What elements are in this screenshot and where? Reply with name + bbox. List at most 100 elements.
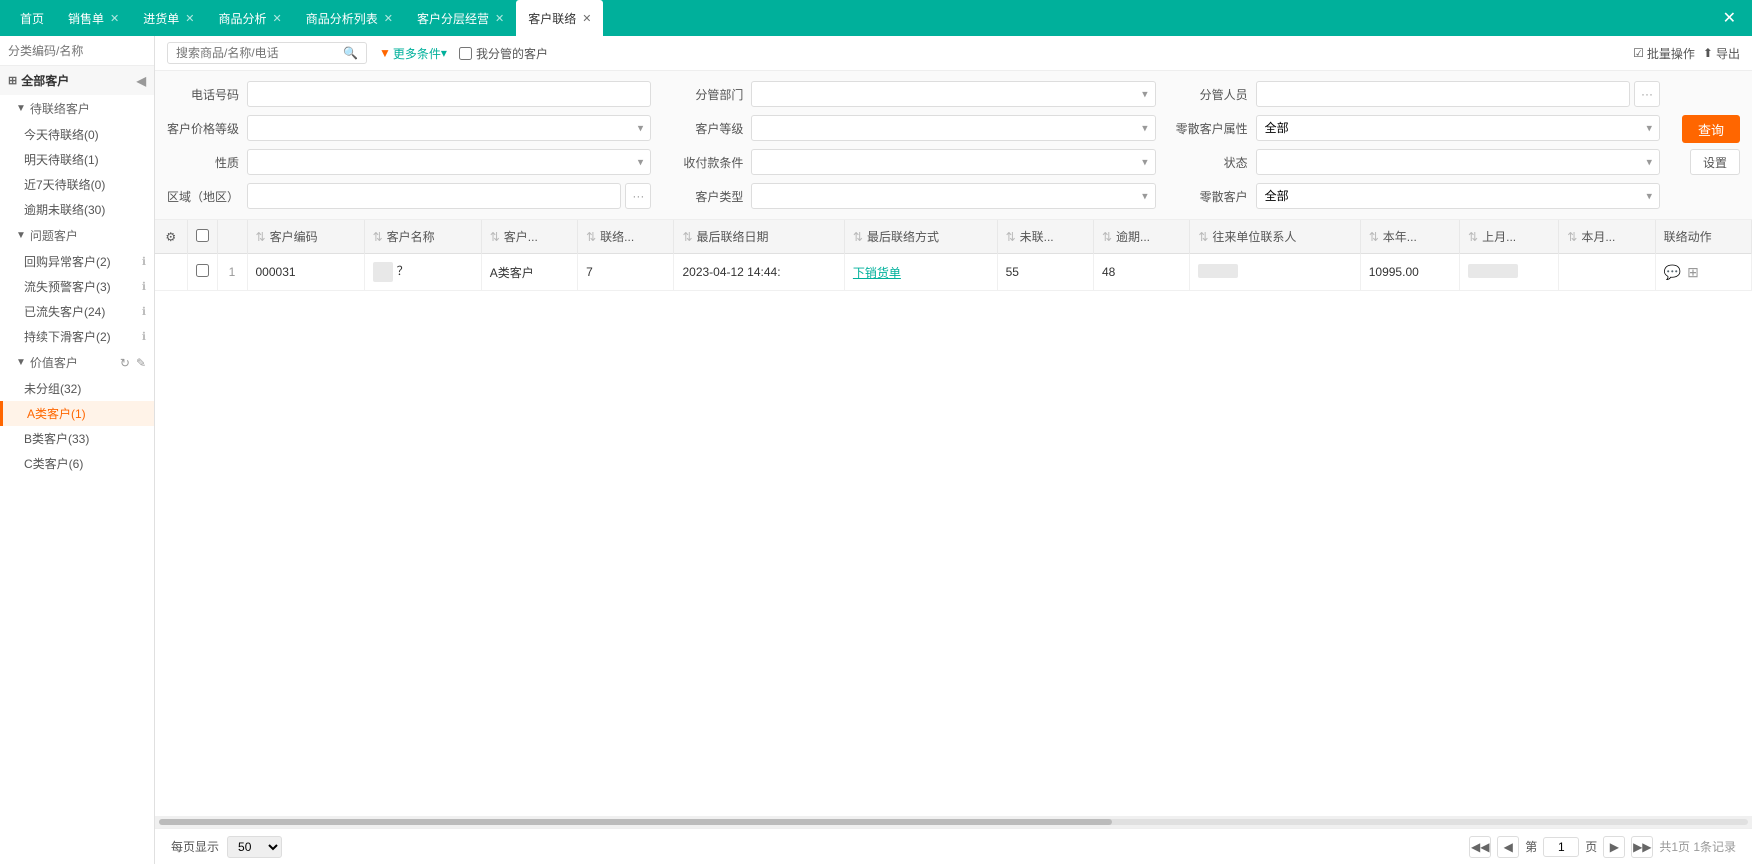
last-page-btn[interactable]: ▶▶ xyxy=(1631,836,1653,858)
filter-row-4: 区域（地区） ··· 客户类型 零散 xyxy=(167,183,1660,209)
page-size-select[interactable]: 50 100 xyxy=(227,836,282,858)
col-this-year[interactable]: ⇅本年... xyxy=(1360,220,1459,254)
col-last-month[interactable]: ⇅上月... xyxy=(1460,220,1559,254)
main-search-icon[interactable]: 🔍 xyxy=(343,46,358,60)
nav-close-analysis-list[interactable]: ✕ xyxy=(384,12,393,25)
settings-button[interactable]: 设置 xyxy=(1690,149,1740,175)
col-last-contact-date[interactable]: ⇅最后联络日期 xyxy=(674,220,844,254)
chat-icon[interactable]: 💬 xyxy=(1664,264,1681,281)
sidebar-search-input[interactable] xyxy=(8,44,155,58)
filter-bar: 🔍 ▼ 更多条件 ▾ 我分管的客户 ☑ 批量操作 ⬆ 导出 xyxy=(155,36,1752,71)
col-last-contact-method[interactable]: ⇅最后联络方式 xyxy=(844,220,997,254)
sidebar-item-tomorrow-contact[interactable]: 明天待联络(1) xyxy=(0,147,154,172)
sidebar-item-churned[interactable]: 已流失客户(24) ℹ xyxy=(0,299,154,324)
col-settings[interactable]: ⚙ xyxy=(155,220,187,254)
scrollbar-track[interactable] xyxy=(159,819,1748,825)
nature-select[interactable] xyxy=(247,149,651,175)
group-value-customers[interactable]: ▼ 价值客户 ↻ ✎ xyxy=(0,349,154,376)
nav-purchase[interactable]: 进货单 ✕ xyxy=(131,0,206,36)
nav-sales[interactable]: 销售单 ✕ xyxy=(56,0,131,36)
nav-home[interactable]: 首页 xyxy=(8,0,56,36)
nav-close-customer-contact[interactable]: ✕ xyxy=(582,12,591,25)
row-last-contact-date: 2023-04-12 14:44: xyxy=(674,254,844,291)
all-customers-header: ⊞ 全部客户 ◀ xyxy=(0,66,154,95)
sidebar-item-repurchase-abnormal[interactable]: 回购异常客户(2) ℹ xyxy=(0,249,154,274)
close-all-tabs[interactable]: ✕ xyxy=(1715,8,1744,28)
my-customer-checkbox[interactable] xyxy=(459,47,472,60)
nav-analysis-list[interactable]: 商品分析列表 ✕ xyxy=(294,0,405,36)
col-not-contacted[interactable]: ⇅未联... xyxy=(997,220,1093,254)
col-customer-name[interactable]: ⇅客户名称 xyxy=(364,220,481,254)
refresh-icon[interactable]: ↻ xyxy=(120,356,130,370)
col-contact-count[interactable]: ⇅联络... xyxy=(578,220,674,254)
payment-select[interactable] xyxy=(751,149,1155,175)
region-more-btn[interactable]: ··· xyxy=(625,183,651,209)
customer-level-select[interactable] xyxy=(751,115,1155,141)
col-this-month[interactable]: ⇅本月... xyxy=(1559,220,1655,254)
filter-region: 区域（地区） ··· xyxy=(167,183,651,209)
sidebar-item-7days-contact[interactable]: 近7天待联络(0) xyxy=(0,172,154,197)
row-customer-name: ？ xyxy=(364,254,481,291)
next-page-btn[interactable]: ▶ xyxy=(1603,836,1625,858)
payment-label: 收付款条件 xyxy=(671,154,751,171)
edit-icon[interactable]: ✎ xyxy=(136,356,146,370)
person-label: 分管人员 xyxy=(1176,86,1256,103)
nav-customer-contact[interactable]: 客户联络 ✕ xyxy=(516,0,603,36)
nav-close-customer-tier[interactable]: ✕ xyxy=(495,12,504,25)
col-customer-code[interactable]: ⇅客户编码 xyxy=(247,220,364,254)
retail-customer-select[interactable]: 全部 xyxy=(1256,183,1660,209)
export-link[interactable]: ⬆ 导出 xyxy=(1703,45,1740,62)
filter-phone: 电话号码 xyxy=(167,81,651,107)
payment-wrapper xyxy=(751,149,1155,175)
group-waiting-contact[interactable]: ▼ 待联络客户 xyxy=(0,95,154,122)
col-company-contact[interactable]: ⇅往来单位联系人 xyxy=(1190,220,1360,254)
qr-icon[interactable]: ⊞ xyxy=(1687,264,1699,281)
nav-customer-tier[interactable]: 客户分层经营 ✕ xyxy=(405,0,516,36)
horizontal-scrollbar[interactable] xyxy=(155,816,1752,828)
select-all-checkbox[interactable] xyxy=(196,229,209,242)
sidebar-item-class-b[interactable]: B类客户(33) xyxy=(0,426,154,451)
dept-select[interactable] xyxy=(751,81,1155,107)
bulk-action-link[interactable]: ☑ 批量操作 xyxy=(1633,45,1695,62)
customer-type-select[interactable] xyxy=(751,183,1155,209)
main-search-input[interactable] xyxy=(176,46,343,60)
col-customer-type[interactable]: ⇅客户... xyxy=(481,220,577,254)
page-info: ◀◀ ◀ 第 页 ▶ ▶▶ 共1页 1条记录 xyxy=(1469,836,1736,858)
col-overdue[interactable]: ⇅逾期... xyxy=(1093,220,1189,254)
nav-analysis[interactable]: 商品分析 ✕ xyxy=(206,0,293,36)
row-this-month xyxy=(1559,254,1655,291)
sidebar-item-unclassified[interactable]: 未分组(32) xyxy=(0,376,154,401)
scrollbar-thumb[interactable] xyxy=(159,819,1112,825)
phone-input[interactable] xyxy=(247,81,651,107)
first-page-btn[interactable]: ◀◀ xyxy=(1469,836,1491,858)
person-input[interactable] xyxy=(1256,81,1630,107)
status-select[interactable] xyxy=(1256,149,1660,175)
query-button[interactable]: 查询 xyxy=(1682,115,1740,143)
page-number-input[interactable] xyxy=(1543,837,1579,857)
sidebar-item-class-a[interactable]: A类客户(1) xyxy=(0,401,154,426)
group-problem-customers[interactable]: ▼ 问题客户 xyxy=(0,222,154,249)
contact-method-link[interactable]: 下销货单 xyxy=(853,266,901,280)
status-wrapper xyxy=(1256,149,1660,175)
filter-customer-type: 客户类型 xyxy=(671,183,1155,209)
nav-close-purchase[interactable]: ✕ xyxy=(185,12,194,25)
prev-page-btn[interactable]: ◀ xyxy=(1497,836,1519,858)
person-more-btn[interactable]: ··· xyxy=(1634,81,1660,107)
sidebar-item-overdue-contact[interactable]: 逾期未联络(30) xyxy=(0,197,154,222)
nature-wrapper xyxy=(247,149,651,175)
row-company-contact xyxy=(1190,254,1360,291)
nav-close-analysis[interactable]: ✕ xyxy=(273,12,282,25)
nav-close-sales[interactable]: ✕ xyxy=(110,12,119,25)
retail-attr-select[interactable]: 全部 xyxy=(1256,115,1660,141)
row-checkbox[interactable] xyxy=(196,264,209,277)
sidebar-item-declining[interactable]: 持续下滑客户(2) ℹ xyxy=(0,324,154,349)
sidebar-item-churn-warning[interactable]: 流失预警客户(3) ℹ xyxy=(0,274,154,299)
more-filter-btn[interactable]: ▼ 更多条件 ▾ xyxy=(379,45,447,62)
price-level-select[interactable] xyxy=(247,115,651,141)
sidebar-collapse-btn[interactable]: ◀ xyxy=(137,74,146,88)
customer-level-label: 客户等级 xyxy=(671,120,751,137)
region-input[interactable] xyxy=(247,183,621,209)
sidebar-item-today-contact[interactable]: 今天待联络(0) xyxy=(0,122,154,147)
sidebar-item-class-c[interactable]: C类客户(6) xyxy=(0,451,154,476)
table-container: ⚙ ⇅客户编码 ⇅客户名称 ⇅客户... xyxy=(155,220,1752,816)
